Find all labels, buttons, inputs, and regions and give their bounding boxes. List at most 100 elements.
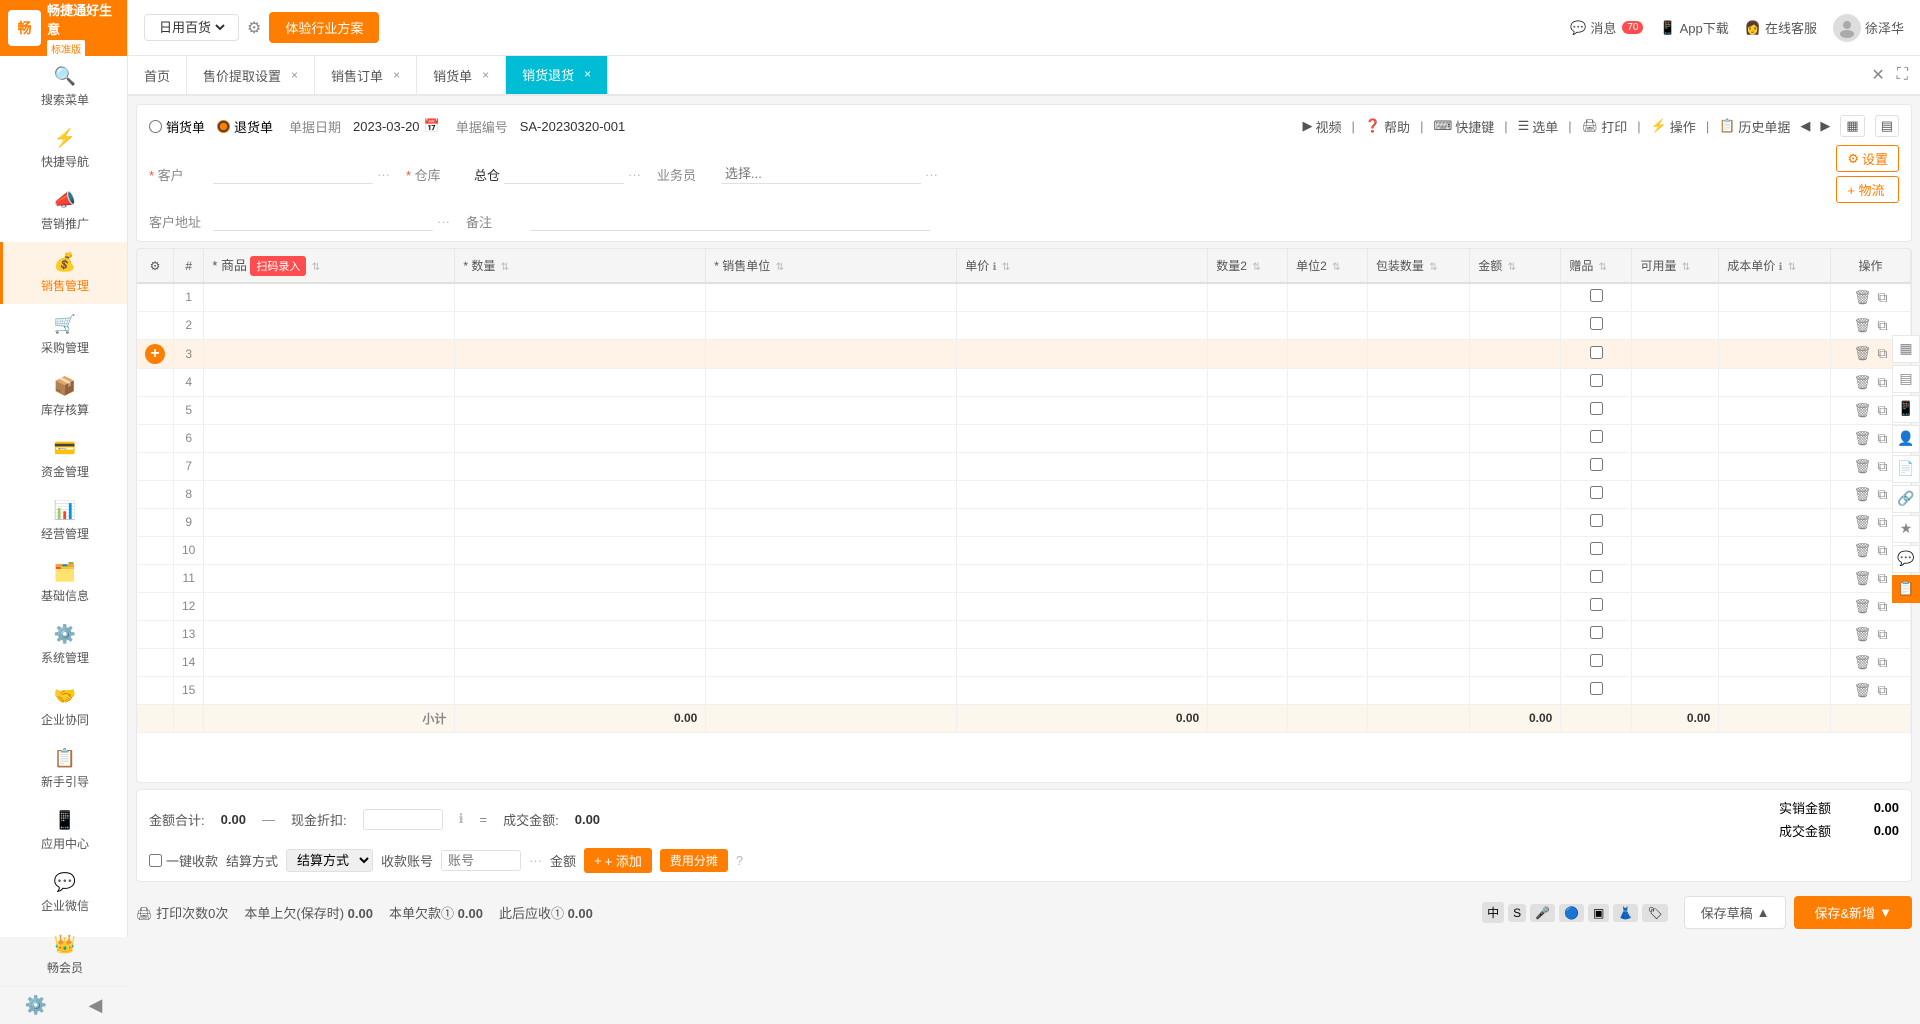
row-qty2-cell[interactable] bbox=[1208, 424, 1288, 452]
calc-method-select[interactable]: 结算方式 bbox=[286, 849, 373, 872]
product-input-10[interactable] bbox=[212, 543, 446, 558]
sidebar-item-search[interactable]: 🔍 搜索菜单 bbox=[0, 56, 127, 118]
product-input-2[interactable] bbox=[212, 318, 446, 333]
qty-input-3[interactable] bbox=[463, 346, 697, 361]
price-input-6[interactable] bbox=[965, 431, 1199, 446]
row-qty-cell[interactable] bbox=[455, 368, 706, 396]
row-delete-icon-6[interactable]: 🗑 bbox=[1854, 430, 1872, 447]
row-unit2-cell[interactable] bbox=[1288, 396, 1368, 424]
row-product-cell[interactable] bbox=[204, 676, 455, 704]
row-pack-cell[interactable] bbox=[1367, 564, 1469, 592]
gift-checkbox-2[interactable] bbox=[1590, 317, 1603, 330]
tab-sale-out-close[interactable]: × bbox=[482, 68, 489, 82]
cost-sort-icon[interactable]: ⇅ bbox=[1788, 262, 1796, 273]
row-qty2-cell[interactable] bbox=[1208, 564, 1288, 592]
row-pack-cell[interactable] bbox=[1367, 620, 1469, 648]
row-unit2-cell[interactable] bbox=[1288, 452, 1368, 480]
collapse-icon[interactable]: ◀ bbox=[88, 995, 102, 1016]
row-qty-cell[interactable] bbox=[455, 283, 706, 311]
row-delete-icon-8[interactable]: 🗑 bbox=[1854, 486, 1872, 503]
row-cost-cell[interactable] bbox=[1719, 339, 1831, 368]
qty-input-12[interactable] bbox=[463, 599, 697, 614]
radio-sale-out[interactable]: 销货单 bbox=[149, 117, 205, 136]
row-avail-cell[interactable] bbox=[1632, 536, 1719, 564]
row-qty2-cell[interactable] bbox=[1208, 283, 1288, 311]
row-gift-cell[interactable] bbox=[1561, 368, 1632, 396]
gift-checkbox-10[interactable] bbox=[1590, 542, 1603, 555]
product-input-9[interactable] bbox=[212, 515, 446, 530]
row-qty2-cell[interactable] bbox=[1208, 676, 1288, 704]
row-unit-cell[interactable] bbox=[706, 620, 957, 648]
qty2-sort-icon[interactable]: ⇅ bbox=[1252, 262, 1260, 273]
row-cost-cell[interactable] bbox=[1719, 424, 1831, 452]
qty-input-9[interactable] bbox=[463, 515, 697, 530]
tab-expand[interactable]: ⛶ bbox=[1893, 64, 1912, 86]
gift-checkbox-14[interactable] bbox=[1590, 654, 1603, 667]
row-copy-icon-8[interactable]: ⧉ bbox=[1877, 486, 1887, 503]
row-avail-cell[interactable] bbox=[1632, 452, 1719, 480]
taskbar-icon1[interactable]: 中 bbox=[1482, 902, 1504, 923]
row-product-cell[interactable] bbox=[204, 592, 455, 620]
price-input-9[interactable] bbox=[965, 515, 1199, 530]
row-qty-cell[interactable] bbox=[455, 396, 706, 424]
row-qty-cell[interactable] bbox=[455, 536, 706, 564]
remark-input[interactable] bbox=[530, 211, 930, 231]
row-gift-cell[interactable] bbox=[1561, 339, 1632, 368]
row-amount-cell[interactable] bbox=[1470, 592, 1561, 620]
right-tool-user[interactable]: 👤 bbox=[1892, 425, 1920, 453]
row-cost-cell[interactable] bbox=[1719, 676, 1831, 704]
row-unit-cell[interactable] bbox=[706, 648, 957, 676]
qty-input-4[interactable] bbox=[463, 375, 697, 390]
row-qty-cell[interactable] bbox=[455, 508, 706, 536]
row-avail-cell[interactable] bbox=[1632, 424, 1719, 452]
qty-input-10[interactable] bbox=[463, 543, 697, 558]
toolbar-video[interactable]: ▶ 视频 bbox=[1302, 117, 1341, 136]
address-dots[interactable]: ··· bbox=[437, 214, 450, 229]
row-unit-cell[interactable] bbox=[706, 480, 957, 508]
toolbar-help[interactable]: ❓ 帮助 bbox=[1365, 117, 1410, 136]
row-amount-cell[interactable] bbox=[1470, 424, 1561, 452]
tab-sale-price-close[interactable]: × bbox=[291, 68, 298, 82]
row-price-cell[interactable] bbox=[957, 648, 1208, 676]
unit-input-9[interactable] bbox=[714, 515, 948, 530]
row-price-cell[interactable] bbox=[957, 480, 1208, 508]
row-price-cell[interactable] bbox=[957, 508, 1208, 536]
row-gift-cell[interactable] bbox=[1561, 676, 1632, 704]
tab-sale-out[interactable]: 销货单 × bbox=[417, 56, 506, 95]
row-product-cell[interactable] bbox=[204, 424, 455, 452]
online-service-btn[interactable]: 👩 在线客服 bbox=[1745, 18, 1817, 37]
warehouse-dots[interactable]: ··· bbox=[628, 167, 641, 182]
sidebar-item-wechat[interactable]: 💬 企业微信 bbox=[0, 862, 127, 924]
amount-sort-icon[interactable]: ⇅ bbox=[1508, 262, 1516, 273]
row-amount-cell[interactable] bbox=[1470, 368, 1561, 396]
calendar-icon[interactable]: 📅 bbox=[424, 118, 440, 134]
row-cost-cell[interactable] bbox=[1719, 396, 1831, 424]
gift-checkbox-6[interactable] bbox=[1590, 430, 1603, 443]
row-pack-cell[interactable] bbox=[1367, 283, 1469, 311]
row-unit-cell[interactable] bbox=[706, 676, 957, 704]
row-unit-cell[interactable] bbox=[706, 508, 957, 536]
row-pack-cell[interactable] bbox=[1367, 508, 1469, 536]
toolbar-history[interactable]: 📋 历史单据 bbox=[1719, 117, 1790, 136]
row-product-cell[interactable] bbox=[204, 339, 455, 368]
product-input-5[interactable] bbox=[212, 403, 446, 418]
row-product-cell[interactable] bbox=[204, 452, 455, 480]
gift-checkbox-4[interactable] bbox=[1590, 374, 1603, 387]
row-pack-cell[interactable] bbox=[1367, 648, 1469, 676]
row-unit-cell[interactable] bbox=[706, 339, 957, 368]
row-cost-cell[interactable] bbox=[1719, 536, 1831, 564]
topbar-gear-icon[interactable]: ⚙ bbox=[247, 18, 261, 38]
gift-checkbox-15[interactable] bbox=[1590, 682, 1603, 695]
app-download-btn[interactable]: 📱 App下载 bbox=[1659, 18, 1728, 37]
row-delete-icon-12[interactable]: 🗑 bbox=[1854, 598, 1872, 615]
row-cost-cell[interactable] bbox=[1719, 283, 1831, 311]
taskbar-icon7[interactable]: 🏷 bbox=[1642, 904, 1667, 922]
product-input-11[interactable] bbox=[212, 571, 446, 586]
row-copy-icon-14[interactable]: ⧉ bbox=[1877, 654, 1887, 671]
sidebar-item-operation[interactable]: 📊 经营管理 bbox=[0, 490, 127, 552]
row-copy-icon-7[interactable]: ⧉ bbox=[1877, 458, 1887, 475]
industry-dropdown[interactable]: 日用百货 bbox=[155, 19, 228, 36]
row-qty2-cell[interactable] bbox=[1208, 508, 1288, 536]
gift-checkbox-1[interactable] bbox=[1590, 289, 1603, 302]
row-price-cell[interactable] bbox=[957, 452, 1208, 480]
